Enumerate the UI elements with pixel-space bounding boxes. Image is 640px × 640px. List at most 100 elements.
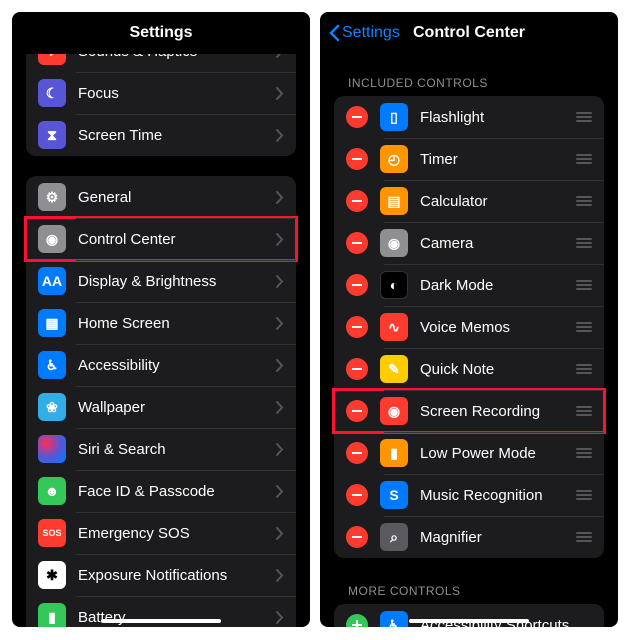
settings-row-emergency-sos[interactable]: SOSEmergency SOS [26,512,296,554]
control-row-flashlight[interactable]: ▯ Flashlight [334,96,604,138]
control-row-timer[interactable]: ◴Timer [334,138,604,180]
exposure-icon: ✱ [38,561,66,589]
remove-button[interactable] [346,190,368,212]
row-label: Camera [420,235,576,252]
control-row-voice-memos[interactable]: ∿Voice Memos [334,306,604,348]
quick-note-icon: ✎ [380,355,408,383]
row-label: Face ID & Passcode [78,483,276,500]
drag-handle-icon[interactable] [576,406,592,416]
drag-handle-icon[interactable] [576,280,592,290]
music-recognition-icon: S [380,481,408,509]
remove-button[interactable] [346,526,368,548]
chevron-right-icon [276,275,284,288]
row-label: Home Screen [78,315,276,332]
settings-row-wallpaper[interactable]: ❀Wallpaper [26,386,296,428]
remove-button[interactable] [346,274,368,296]
drag-handle-icon[interactable] [576,322,592,332]
chevron-right-icon [276,359,284,372]
settings-row-display-brightness[interactable]: AADisplay & Brightness [26,260,296,302]
control-center-list[interactable]: INCLUDED CONTROLS▯Flashlight◴Timer▤Calcu… [320,54,618,627]
row-label: Flashlight [420,109,576,126]
navbar: Settings Control Center [320,12,618,54]
settings-row-screen-time[interactable]: ⧗ Screen Time [26,114,296,156]
control-row-screen-recording[interactable]: ◉Screen Recording [334,390,604,432]
control-row-accessibility-shortcuts[interactable]: ♿︎Accessibility Shortcuts [334,604,604,627]
row-label: Accessibility [78,357,276,374]
sounds-icon: ♪ [38,54,66,65]
home-indicator[interactable] [409,619,529,623]
drag-handle-icon[interactable] [576,154,592,164]
settings-group: ⚙General◉Control CenterAADisplay & Brigh… [26,176,296,627]
remove-button[interactable] [346,358,368,380]
control-row-dark-mode[interactable]: ◐Dark Mode [334,264,604,306]
remove-button[interactable] [346,400,368,422]
row-label: Music Recognition [420,487,576,504]
drag-handle-icon[interactable] [576,112,592,122]
row-label: Magnifier [420,529,576,546]
faceid-icon: ☻ [38,477,66,505]
control-row-magnifier[interactable]: ⌕ Magnifier [334,516,604,558]
drag-handle-icon[interactable] [576,238,592,248]
magnifier-icon: ⌕ [380,523,408,551]
page-title: Settings [129,24,192,42]
focus-icon: ☾ [38,79,66,107]
settings-row-siri-search[interactable]: Siri & Search [26,428,296,470]
remove-button[interactable] [346,316,368,338]
settings-row-face-id-passcode[interactable]: ☻ Face ID & Passcode [26,470,296,512]
drag-handle-icon[interactable] [576,196,592,206]
settings-row-home-screen[interactable]: ▦ Home Screen [26,302,296,344]
row-label: Screen Time [78,127,276,144]
control-row-low-power-mode[interactable]: ▮Low Power Mode [334,432,604,474]
settings-row-focus[interactable]: ☾Focus [26,72,296,114]
settings-row-exposure-notifications[interactable]: ✱Exposure Notifications [26,554,296,596]
remove-button[interactable] [346,232,368,254]
chevron-right-icon [276,233,284,246]
drag-handle-icon[interactable] [576,532,592,542]
control-center-screen: Settings Control Center INCLUDED CONTROL… [320,12,618,627]
calculator-icon: ▤ [380,187,408,215]
section-header: MORE CONTROLS [320,578,618,604]
settings-row-control-center[interactable]: ◉Control Center [26,218,296,260]
camera-icon: ◉ [380,229,408,257]
accessibility-icon: ♿︎ [38,351,66,379]
screen-time-icon: ⧗ [38,121,66,149]
battery-icon: ▮ [38,603,66,627]
row-label: Calculator [420,193,576,210]
settings-row-sounds-haptics[interactable]: ♪ Sounds & Haptics [26,54,296,72]
drag-handle-icon[interactable] [576,448,592,458]
home-screen-icon: ▦ [38,309,66,337]
page-title: Control Center [413,24,525,42]
remove-button[interactable] [346,106,368,128]
remove-button[interactable] [346,148,368,170]
drag-handle-icon[interactable] [576,490,592,500]
drag-handle-icon[interactable] [576,364,592,374]
wallpaper-icon: ❀ [38,393,66,421]
back-button[interactable]: Settings [328,24,400,42]
add-button[interactable] [346,614,368,627]
row-label: Quick Note [420,361,576,378]
low-power-icon: ▮ [380,439,408,467]
chevron-right-icon [276,317,284,330]
chevron-right-icon [276,443,284,456]
home-indicator[interactable] [101,619,221,623]
control-row-quick-note[interactable]: ✎ Quick Note [334,348,604,390]
control-row-calculator[interactable]: ▤ Calculator [334,180,604,222]
settings-row-accessibility[interactable]: ♿︎ Accessibility [26,344,296,386]
row-label: Sounds & Haptics [78,54,276,60]
remove-button[interactable] [346,442,368,464]
row-label: Screen Recording [420,403,576,420]
control-row-camera[interactable]: ◉ Camera [334,222,604,264]
settings-row-general[interactable]: ⚙General [26,176,296,218]
chevron-right-icon [276,54,284,58]
back-label: Settings [342,24,400,42]
control-row-music-recognition[interactable]: S Music Recognition [334,474,604,516]
flashlight-icon: ▯ [380,103,408,131]
chevron-right-icon [276,401,284,414]
darkmode-icon: ◐ [380,271,408,299]
remove-button[interactable] [346,484,368,506]
settings-list[interactable]: ♪ Sounds & Haptics ☾Focus ⧗ Screen Time ⚙Gene… [12,54,310,627]
chevron-right-icon [276,191,284,204]
row-label: Emergency SOS [78,525,276,542]
voice-memos-icon: ∿ [380,313,408,341]
timer-icon: ◴ [380,145,408,173]
